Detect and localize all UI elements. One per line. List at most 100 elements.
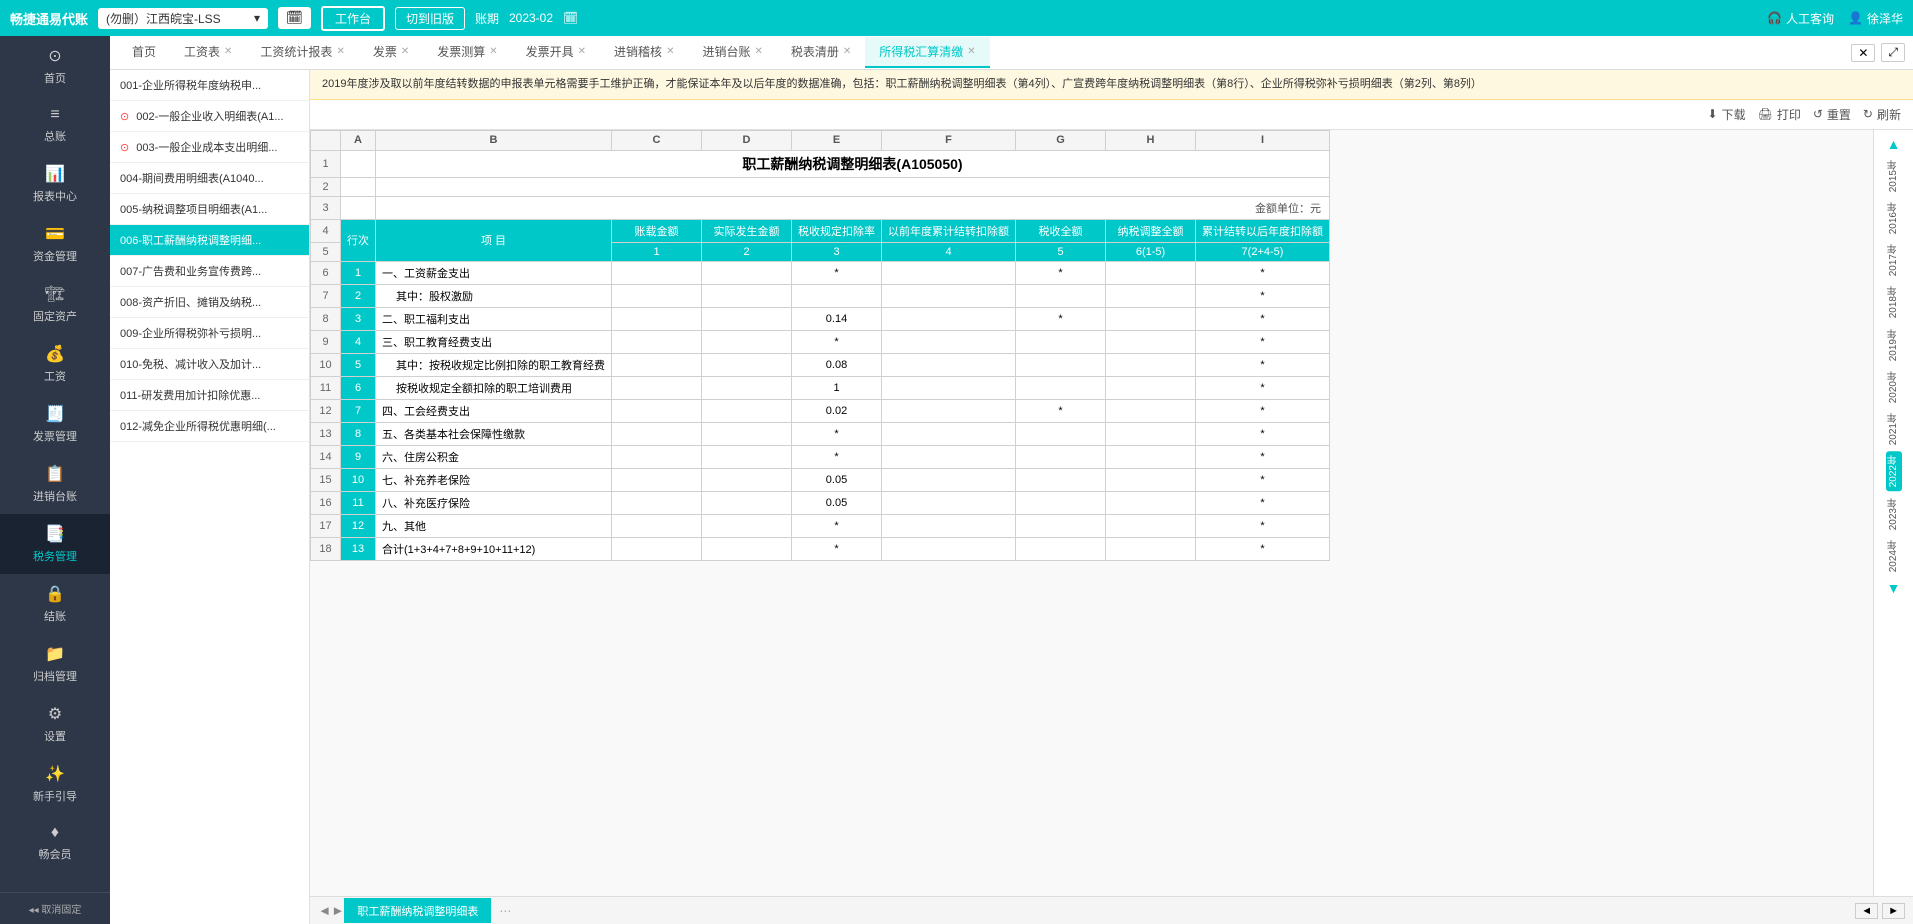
tab-close-invoice-calc[interactable]: ✕	[489, 46, 497, 57]
support-btn[interactable]: 🎧 人工客询	[1767, 10, 1834, 27]
print-btn[interactable]: 🖨 打印	[1758, 106, 1801, 123]
bottom-tab-active[interactable]: 职工薪酬纳税调整明细表	[344, 898, 491, 923]
list-item-007[interactable]: 007-广告费和业务宣传费跨...	[110, 256, 309, 287]
sidebar-item-closing[interactable]: 🔒 结账	[0, 574, 110, 634]
warning-text: 2019年度涉及取以前年度结转数据的申报表单元格需要手工维护正确，才能保证本年及…	[322, 78, 1482, 90]
scroll-right-btn[interactable]: ►	[331, 903, 344, 918]
sidebar-label-home: 首页	[44, 70, 66, 86]
sidebar-item-home[interactable]: ⊙ 首页	[0, 36, 110, 96]
close-all-btn[interactable]: ✕	[1851, 44, 1875, 62]
tab-tax-clearance[interactable]: 税表清册 ✕	[777, 37, 865, 68]
list-item-005[interactable]: 005-纳税调整项目明细表(A1...	[110, 194, 309, 225]
tab-close-invoice-open[interactable]: ✕	[578, 46, 586, 57]
sidebar-label-tax-mgmt: 税务管理	[33, 548, 77, 564]
sidebar-item-archive[interactable]: 📁 归档管理	[0, 634, 110, 694]
tab-home[interactable]: 首页	[118, 37, 170, 68]
year-btn-2023年[interactable]: 2023年	[1886, 494, 1902, 534]
list-item-003[interactable]: ⊙003-一般企业成本支出明细...	[110, 132, 309, 163]
sidebar-label-invoice-mgmt: 发票管理	[33, 428, 77, 444]
header-row-1: 4 行次 项 目 账载金额 实际发生金额 税收规定扣除率 以前年度累计结转扣除额…	[311, 219, 1330, 242]
bottom-scroll-left[interactable]: ◄	[1855, 903, 1878, 919]
general-ledger-icon: ≡	[50, 106, 59, 124]
list-item-012[interactable]: 012-减免企业所得税优惠明细(...	[110, 411, 309, 442]
sidebar-item-fixed-assets[interactable]: 🏗 固定资产	[0, 274, 110, 334]
year-btn-2017年[interactable]: 2017年	[1886, 240, 1902, 280]
sidebar-item-new-guide[interactable]: ✨ 新手引导	[0, 754, 110, 814]
table-row: 16 11 八、补充医疗保险 0.05 *	[311, 491, 1330, 514]
bottom-dots: ⋯	[499, 904, 511, 918]
calendar-icon-btn[interactable]: 🗓	[278, 7, 311, 29]
sidebar-item-general-ledger[interactable]: ≡ 总账	[0, 96, 110, 154]
payroll-icon: 💰	[45, 344, 65, 364]
year-up-btn[interactable]: ▲	[1885, 134, 1903, 154]
year-panel: ▲ 2015年 2016年 2017年 2018年 2019年 2020年 2021年 202…	[1873, 130, 1913, 897]
tab-close-inout-check[interactable]: ✕	[666, 46, 674, 57]
sidebar-item-payroll[interactable]: 💰 工资	[0, 334, 110, 394]
list-item-001[interactable]: 001-企业所得税年度纳税申...	[110, 70, 309, 101]
user-menu[interactable]: 👤 徐泽华	[1848, 10, 1903, 27]
year-btn-2015年[interactable]: 2015年	[1886, 156, 1902, 196]
year-btn-2021年[interactable]: 2021年	[1886, 409, 1902, 449]
tab-bar-actions: ✕ ⤢	[1851, 43, 1905, 62]
tab-close-income-tax[interactable]: ✕	[967, 46, 975, 57]
list-item-006[interactable]: 006-职工薪酬纳税调整明细...	[110, 225, 309, 256]
refresh-btn[interactable]: ↻ 刷新	[1863, 106, 1901, 123]
year-btn-2022年[interactable]: 2022年	[1886, 451, 1902, 491]
company-label: (勿删）江西皖宝-LSS	[106, 10, 221, 27]
sidebar-item-tax-mgmt[interactable]: 📑 税务管理	[0, 514, 110, 574]
tab-income-tax[interactable]: 所得税汇算清缴 ✕	[865, 37, 989, 68]
switch-old-btn[interactable]: 切到旧版	[395, 7, 465, 30]
year-down-btn[interactable]: ▼	[1885, 578, 1903, 598]
sidebar-bottom-cancel[interactable]: ◂◂ 取消固定	[0, 892, 110, 924]
company-selector[interactable]: (勿删）江西皖宝-LSS ▾	[98, 8, 268, 29]
tab-invoice[interactable]: 发票 ✕	[359, 37, 423, 68]
year-btn-2020年[interactable]: 2020年	[1886, 367, 1902, 407]
download-btn[interactable]: ⬇ 下载	[1708, 106, 1746, 123]
year-btn-2018年[interactable]: 2018年	[1886, 282, 1902, 322]
year-btn-2019年[interactable]: 2019年	[1886, 325, 1902, 365]
reset-btn[interactable]: ↺ 重置	[1813, 106, 1851, 123]
sidebar-item-asset-mgmt[interactable]: 💳 资金管理	[0, 214, 110, 274]
cancel-fixed-label: 取消固定	[41, 905, 81, 916]
tab-invoice-open[interactable]: 发票开具 ✕	[512, 37, 600, 68]
download-icon: ⬇	[1708, 107, 1718, 121]
bottom-tab-bar: ◄ ► 职工薪酬纳税调整明细表 ⋯ ◄ ►	[310, 896, 1913, 924]
tab-inout-ledger[interactable]: 进销台账 ✕	[688, 37, 776, 68]
logo: 畅捷通易代账	[10, 9, 88, 28]
sidebar-item-vip[interactable]: ♦ 畅会员	[0, 814, 110, 872]
sidebar-item-report-center[interactable]: 📊 报表中心	[0, 154, 110, 214]
bottom-scroll-right[interactable]: ►	[1882, 903, 1905, 919]
list-item-010[interactable]: 010-免税、减计收入及加计...	[110, 349, 309, 380]
year-btn-2024年[interactable]: 2024年	[1886, 536, 1902, 576]
maximize-btn[interactable]: ⤢	[1881, 43, 1905, 62]
tab-close-inout-ledger[interactable]: ✕	[754, 46, 762, 57]
workbench-btn[interactable]: 工作台	[321, 6, 385, 31]
sidebar-item-invoice-mgmt[interactable]: 🧾 发票管理	[0, 394, 110, 454]
tab-close-payroll-stats[interactable]: ✕	[336, 46, 344, 57]
list-item-002[interactable]: ⊙002-一般企业收入明细表(A1...	[110, 101, 309, 132]
year-btn-2016年[interactable]: 2016年	[1886, 198, 1902, 238]
download-label: 下载	[1722, 106, 1746, 123]
report-center-icon: 📊	[45, 164, 65, 184]
toolbar: ⬇ 下载 🖨 打印 ↺ 重置 ↻ 刷新	[310, 100, 1913, 130]
reset-label: 重置	[1827, 106, 1851, 123]
table-row: 9 4 三、职工教育经费支出 * *	[311, 330, 1330, 353]
table-row: 10 5 其中：按税收规定比例扣除的职工教育经费 0.08 *	[311, 353, 1330, 376]
sidebar-item-inout-ledger[interactable]: 📋 进销台账	[0, 454, 110, 514]
list-item-004[interactable]: 004-期间费用明细表(A1040...	[110, 163, 309, 194]
list-item-008[interactable]: 008-资产折旧、摊销及纳税...	[110, 287, 309, 318]
tab-inout-check[interactable]: 进销稽核 ✕	[600, 37, 688, 68]
reset-icon: ↺	[1813, 107, 1823, 121]
sidebar-label-archive: 归档管理	[33, 668, 77, 684]
list-item-009[interactable]: 009-企业所得税弥补亏损明...	[110, 318, 309, 349]
tab-close-payroll[interactable]: ✕	[224, 46, 232, 57]
spreadsheet-container[interactable]: A B C D E F G H I	[310, 130, 1873, 897]
tab-payroll-stats[interactable]: 工资统计报表 ✕	[246, 37, 358, 68]
tab-payroll[interactable]: 工资表 ✕	[170, 37, 246, 68]
list-item-011[interactable]: 011-研发费用加计扣除优惠...	[110, 380, 309, 411]
sidebar-item-settings[interactable]: ⚙ 设置	[0, 694, 110, 754]
tab-close-invoice[interactable]: ✕	[401, 46, 409, 57]
scroll-left-btn[interactable]: ◄	[318, 903, 331, 918]
tab-close-tax-clearance[interactable]: ✕	[843, 46, 851, 57]
tab-invoice-calc[interactable]: 发票测算 ✕	[423, 37, 511, 68]
